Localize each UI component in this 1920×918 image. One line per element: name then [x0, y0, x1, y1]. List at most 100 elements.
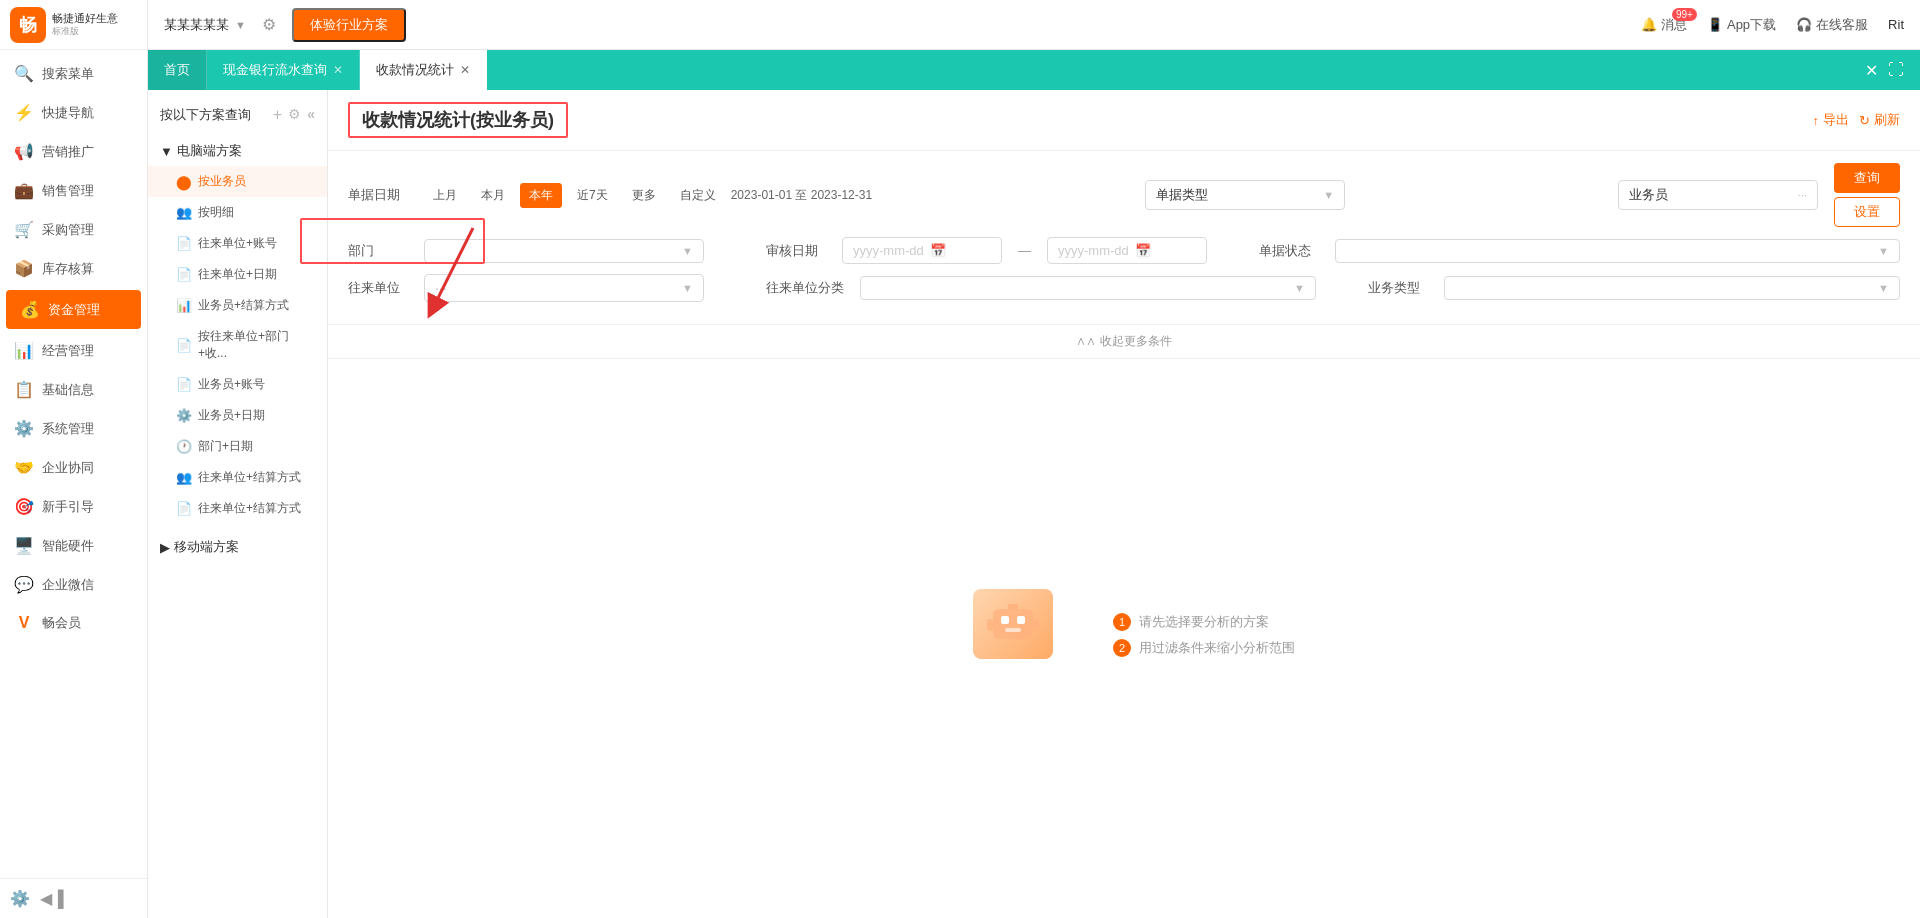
- add-scheme-icon[interactable]: +: [273, 106, 282, 124]
- audit-date-label: 审核日期: [766, 242, 826, 260]
- quick-nav-icon: ⚡: [14, 103, 34, 122]
- sidebar-item-search[interactable]: 🔍 搜索菜单: [0, 54, 147, 93]
- empty-box: [973, 589, 1053, 659]
- scheme-item-dept-date[interactable]: 🕐 部门+日期: [148, 431, 327, 462]
- tabbar-right: ✕ ⛶: [1865, 61, 1920, 80]
- scheme-item-partner-settle3[interactable]: 📄 往来单位+结算方式: [148, 493, 327, 524]
- date-btn-custom[interactable]: 自定义: [671, 183, 725, 208]
- refresh-button[interactable]: ↻ 刷新: [1859, 111, 1900, 129]
- export-button[interactable]: ↑ 导出: [1813, 111, 1850, 129]
- username-display: 某某某某某: [164, 16, 229, 34]
- scheme-item-partner-account[interactable]: 📄 往来单位+账号: [148, 228, 327, 259]
- collapse-panel-icon[interactable]: «: [307, 106, 315, 124]
- trial-button[interactable]: 体验行业方案: [292, 8, 406, 42]
- dept-select[interactable]: ▼: [424, 239, 704, 263]
- date-btn-7days[interactable]: 近7天: [568, 183, 617, 208]
- app-badge: 标准版: [52, 25, 118, 38]
- tab-bank-flow-close[interactable]: ✕: [333, 63, 343, 77]
- settings-icon[interactable]: ⚙: [262, 15, 276, 34]
- sidebar-item-system[interactable]: ⚙️ 系统管理: [0, 409, 147, 448]
- svg-rect-6: [1033, 619, 1039, 631]
- sidebar-item-enterprise[interactable]: 🤝 企业协同: [0, 448, 147, 487]
- purchase-icon: 🛒: [14, 220, 34, 239]
- app-download-label: App下载: [1727, 16, 1776, 34]
- export-icon: ↑: [1813, 113, 1820, 128]
- query-button[interactable]: 查询: [1834, 163, 1900, 193]
- tab-receipt-stat-label: 收款情况统计: [376, 61, 454, 79]
- sidebar-item-guide[interactable]: 🎯 新手引导: [0, 487, 147, 526]
- scheme-item-partner-settle2[interactable]: 👥 往来单位+结算方式: [148, 462, 327, 493]
- sidebar-item-inventory[interactable]: 📦 库存核算: [0, 249, 147, 288]
- partner-label: 往来单位: [348, 279, 408, 297]
- sidebar-bottom: ⚙️ ◀▐: [0, 878, 147, 918]
- empty-tip-1: 1 请先选择要分析的方案: [1113, 613, 1295, 631]
- date-btn-more[interactable]: 更多: [623, 183, 665, 208]
- doc-status-select[interactable]: ▼: [1335, 239, 1900, 263]
- sidebar-item-purchase[interactable]: 🛒 采购管理: [0, 210, 147, 249]
- mobile-scheme-title[interactable]: ▶ 移动端方案: [148, 532, 327, 562]
- topbar: 某某某某某 ▼ ⚙ 体验行业方案 🔔 消息 99+ 📱 App下载 🎧 在线客服…: [148, 0, 1920, 50]
- main-area: 某某某某某 ▼ ⚙ 体验行业方案 🔔 消息 99+ 📱 App下载 🎧 在线客服…: [148, 0, 1920, 918]
- scheme-item-partner-date[interactable]: 📄 往来单位+日期: [148, 259, 327, 290]
- sidebar-item-quicknav[interactable]: ⚡ 快捷导航: [0, 93, 147, 132]
- user-info[interactable]: 某某某某某 ▼: [164, 16, 246, 34]
- sidebar-label-member: 畅会员: [42, 614, 81, 632]
- biz-type-select[interactable]: ▼: [1444, 276, 1900, 300]
- sidebar-item-marketing[interactable]: 📢 营销推广: [0, 132, 147, 171]
- sidebar-item-member[interactable]: V 畅会员: [0, 604, 147, 642]
- settings-bottom-icon[interactable]: ⚙️: [10, 889, 30, 908]
- sidebar-item-operation[interactable]: 📊 经营管理: [0, 331, 147, 370]
- partner-category-select[interactable]: ▼: [860, 276, 1316, 300]
- sidebar-item-wechat[interactable]: 💬 企业微信: [0, 565, 147, 604]
- app-download-button[interactable]: 📱 App下载: [1707, 16, 1776, 34]
- doc-type-select[interactable]: 单据类型 ▼: [1145, 180, 1345, 210]
- tab-bank-flow[interactable]: 现金银行流水查询 ✕: [207, 50, 360, 90]
- date-btn-last-month[interactable]: 上月: [424, 183, 466, 208]
- date-range-display: 2023-01-01 至 2023-12-31: [731, 187, 872, 204]
- sidebar-item-sales[interactable]: 💼 销售管理: [0, 171, 147, 210]
- tab-receipt-stat-close[interactable]: ✕: [460, 63, 470, 77]
- scheme-item-by-detail[interactable]: 👥 按明细: [148, 197, 327, 228]
- desktop-scheme-title[interactable]: ▼ 电脑端方案: [148, 136, 327, 166]
- sidebar-item-capital[interactable]: 💰 资金管理: [6, 290, 141, 329]
- collapse-bar[interactable]: ∧∧ 收起更多条件: [328, 325, 1920, 359]
- online-service-button[interactable]: 🎧 在线客服: [1796, 16, 1868, 34]
- mobile-scheme-group: ▶ 移动端方案: [148, 528, 327, 566]
- wechat-icon: 💬: [14, 575, 34, 594]
- empty-tips: 1 请先选择要分析的方案 2 用过滤条件来缩小分析范围: [1113, 613, 1295, 665]
- messages-button[interactable]: 🔔 消息 99+: [1641, 16, 1687, 34]
- scheme-icon-ps3: 📄: [176, 501, 192, 516]
- tab-receipt-stat[interactable]: 收款情况统计 ✕: [360, 50, 487, 90]
- staff-select[interactable]: 业务员 ···: [1618, 180, 1818, 210]
- audit-date-end-input[interactable]: yyyy-mm-dd 📅: [1047, 237, 1207, 264]
- scheme-item-staff-settle[interactable]: 📊 业务员+结算方式: [148, 290, 327, 321]
- scheme-settings-icon[interactable]: ⚙: [288, 106, 301, 124]
- tip-text-1: 请先选择要分析的方案: [1139, 613, 1269, 631]
- scheme-item-partner-dept-recv[interactable]: 📄 按往来单位+部门+收...: [148, 321, 327, 369]
- user-dropdown-icon[interactable]: ▼: [235, 19, 246, 31]
- date-btn-this-year[interactable]: 本年: [520, 183, 562, 208]
- sidebar-item-basic[interactable]: 📋 基础信息: [0, 370, 147, 409]
- tab-close-all-icon[interactable]: ✕: [1865, 61, 1878, 80]
- tab-expand-icon[interactable]: ⛶: [1888, 61, 1904, 79]
- audit-date-start-input[interactable]: yyyy-mm-dd 📅: [842, 237, 1002, 264]
- filter-row-1: 单据日期 上月 本月 本年 近7天 更多 自定义 2023-01-01 至 20…: [348, 163, 1900, 227]
- scheme-icon-pa: 📄: [176, 236, 192, 251]
- desktop-scheme-group: ▼ 电脑端方案 ⬤ 按业务员 👥 按明细 📄 往来单位+账号 📄: [148, 132, 327, 528]
- scheme-item-by-staff[interactable]: ⬤ 按业务员: [148, 166, 327, 197]
- set-button[interactable]: 设置: [1834, 197, 1900, 227]
- partner-select[interactable]: ··· ▼: [424, 274, 704, 302]
- scheme-item-staff-date[interactable]: ⚙️ 业务员+日期: [148, 400, 327, 431]
- scheme-item-staff-account[interactable]: 📄 业务员+账号: [148, 369, 327, 400]
- app-name: 畅捷通好生意: [52, 11, 118, 25]
- tip-num-1: 1: [1113, 613, 1131, 631]
- sidebar-item-hardware[interactable]: 🖥️ 智能硬件: [0, 526, 147, 565]
- date-buttons-group: 上月 本月 本年 近7天 更多 自定义 2023-01-01 至 2023-12…: [424, 183, 872, 208]
- scheme-label-staff-settle: 业务员+结算方式: [198, 297, 289, 314]
- collapse-sidebar-icon[interactable]: ◀▐: [40, 889, 63, 908]
- tab-home[interactable]: 首页: [148, 50, 207, 90]
- scheme-label-by-staff: 按业务员: [198, 173, 246, 190]
- date-btn-this-month[interactable]: 本月: [472, 183, 514, 208]
- online-service-label: 在线客服: [1816, 16, 1868, 34]
- scheme-icon-by-staff: ⬤: [176, 174, 192, 190]
